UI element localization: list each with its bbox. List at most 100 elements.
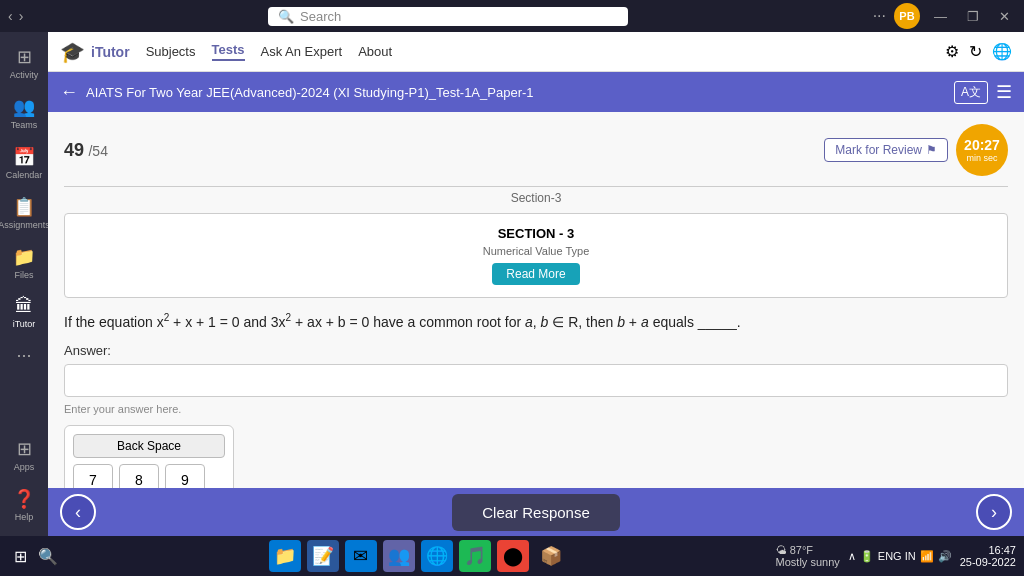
teams-nav: 🎓 iTutor Subjects Tests Ask An Expert Ab…	[48, 32, 1024, 72]
nav-subjects[interactable]: Subjects	[146, 44, 196, 59]
more-icon: ···	[16, 345, 31, 366]
sidebar-label-activity: Activity	[10, 70, 39, 80]
content-area: 🎓 iTutor Subjects Tests Ask An Expert Ab…	[48, 32, 1024, 536]
taskbar-app-misc[interactable]: 📦	[535, 540, 567, 572]
top-bar: ‹ › 🔍 Search ··· PB — ❐ ✕	[0, 0, 1024, 32]
sidebar-item-activity[interactable]: ⊞ Activity	[0, 40, 48, 86]
next-button[interactable]: ›	[976, 494, 1012, 530]
answer-input[interactable]	[64, 364, 1008, 397]
sidebar-item-apps[interactable]: ⊞ Apps	[0, 432, 48, 478]
question-meta: 49 /54 Mark for Review ⚑ 20:27 min sec	[64, 124, 1008, 176]
minimize-btn[interactable]: —	[928, 7, 953, 26]
sidebar-label-calendar: Calendar	[6, 170, 43, 180]
answer-label: Answer:	[64, 343, 1008, 358]
tray-caret[interactable]: ∧	[848, 550, 856, 563]
mark-review-button[interactable]: Mark for Review ⚑	[824, 138, 948, 162]
more-options-btn[interactable]: ···	[873, 7, 886, 25]
taskbar-app-mail[interactable]: ✉	[345, 540, 377, 572]
teams-icon: 👥	[13, 96, 35, 118]
taskbar-app-chrome[interactable]: ⬤	[497, 540, 529, 572]
files-icon: 📁	[13, 246, 35, 268]
section-label: Section-3	[64, 186, 1008, 205]
tray-wifi: 📶	[920, 550, 934, 563]
taskbar-app-explorer[interactable]: 📁	[269, 540, 301, 572]
test-title: AIATS For Two Year JEE(Advanced)-2024 (X…	[86, 85, 534, 100]
sidebar-label-files: Files	[14, 270, 33, 280]
sidebar-item-assignments[interactable]: 📋 Assignments	[0, 190, 48, 236]
menu-btn[interactable]: ☰	[996, 81, 1012, 103]
prev-button[interactable]: ‹	[60, 494, 96, 530]
sidebar: ⊞ Activity 👥 Teams 📅 Calendar 📋 Assignme…	[0, 32, 48, 536]
section-box: SECTION - 3 Numerical Value Type Read Mo…	[64, 213, 1008, 298]
sidebar-item-itutor[interactable]: 🏛 iTutor	[0, 290, 48, 335]
logo-text: iTutor	[91, 44, 130, 60]
sidebar-item-more[interactable]: ···	[0, 339, 48, 374]
taskbar-app-edge[interactable]: 🌐	[421, 540, 453, 572]
weather-temp: 87°F	[790, 544, 813, 556]
backspace-button[interactable]: Back Space	[73, 434, 225, 458]
question-number: 49	[64, 140, 84, 160]
question-area: 49 /54 Mark for Review ⚑ 20:27 min sec S…	[48, 112, 1024, 488]
maximize-btn[interactable]: ❐	[961, 7, 985, 26]
activity-icon: ⊞	[17, 46, 32, 68]
timer: 20:27 min sec	[956, 124, 1008, 176]
apps-icon: ⊞	[17, 438, 32, 460]
tray-battery: 🔋	[860, 550, 874, 563]
taskbar-app-teams[interactable]: 👥	[383, 540, 415, 572]
search-placeholder: Search	[300, 9, 341, 24]
flag-icon: ⚑	[926, 143, 937, 157]
clock-date: 25-09-2022	[960, 556, 1016, 568]
test-header: ← AIATS For Two Year JEE(Advanced)-2024 …	[48, 72, 1024, 112]
settings-icon[interactable]: ⚙	[945, 42, 959, 61]
timer-label: min sec	[966, 153, 997, 163]
search-bar[interactable]: 🔍 Search	[268, 7, 628, 26]
back-button[interactable]: ←	[60, 82, 78, 103]
globe-icon[interactable]: 🌐	[992, 42, 1012, 61]
main-layout: ⊞ Activity 👥 Teams 📅 Calendar 📋 Assignme…	[0, 32, 1024, 536]
sidebar-label-apps: Apps	[14, 462, 35, 472]
win-taskbar: ⊞ 🔍 📁 📝 ✉ 👥 🌐 🎵 ⬤ 📦 🌤 87°F Mostly sunny …	[0, 536, 1024, 576]
numpad-key-9[interactable]: 9	[165, 464, 205, 488]
read-more-button[interactable]: Read More	[492, 263, 579, 285]
avatar[interactable]: PB	[894, 3, 920, 29]
sidebar-item-help[interactable]: ❓ Help	[0, 482, 48, 528]
numpad-key-7[interactable]: 7	[73, 464, 113, 488]
clock-time: 16:47	[960, 544, 1016, 556]
search-icon: 🔍	[278, 9, 294, 24]
sidebar-label-itutor: iTutor	[13, 319, 36, 329]
bottom-bar: ‹ Clear Response ›	[48, 488, 1024, 536]
sidebar-item-calendar[interactable]: 📅 Calendar	[0, 140, 48, 186]
question-text: If the equation x2 + x + 1 = 0 and 3x2 +…	[64, 310, 1008, 333]
itutor-icon: 🏛	[15, 296, 33, 317]
tray-lang: ENG IN	[878, 550, 916, 562]
sidebar-item-files[interactable]: 📁 Files	[0, 240, 48, 286]
refresh-icon[interactable]: ↻	[969, 42, 982, 61]
nav-forward-btn[interactable]: ›	[19, 8, 24, 24]
windows-start-btn[interactable]: ⊞	[8, 544, 32, 568]
teams-logo: 🎓 iTutor	[60, 40, 130, 64]
taskbar-clock: 16:47 25-09-2022	[960, 544, 1016, 568]
assignments-icon: 📋	[13, 196, 35, 218]
taskbar-search-btn[interactable]: 🔍	[36, 544, 60, 568]
logo-icon: 🎓	[60, 40, 85, 64]
system-tray: ∧ 🔋 ENG IN 📶 🔊	[848, 550, 952, 563]
close-btn[interactable]: ✕	[993, 7, 1016, 26]
taskbar-app-spotify[interactable]: 🎵	[459, 540, 491, 572]
font-toggle-btn[interactable]: A文	[954, 81, 988, 104]
calendar-icon: 📅	[13, 146, 35, 168]
clear-response-button[interactable]: Clear Response	[452, 494, 620, 531]
nav-back-btn[interactable]: ‹	[8, 8, 13, 24]
nav-about[interactable]: About	[358, 44, 392, 59]
mark-review-label: Mark for Review	[835, 143, 922, 157]
weather-desc: Mostly sunny	[776, 556, 840, 568]
nav-ask-expert[interactable]: Ask An Expert	[261, 44, 343, 59]
tray-volume: 🔊	[938, 550, 952, 563]
timer-value: 20:27	[964, 137, 1000, 153]
taskbar-app-word[interactable]: 📝	[307, 540, 339, 572]
weather-icon: 🌤	[776, 544, 787, 556]
numpad-key-8[interactable]: 8	[119, 464, 159, 488]
nav-tests[interactable]: Tests	[212, 42, 245, 61]
sidebar-item-teams[interactable]: 👥 Teams	[0, 90, 48, 136]
weather-info: 🌤 87°F Mostly sunny	[776, 544, 840, 568]
numpad: Back Space 7 8 9 4 5 6 1 2 3	[64, 425, 234, 488]
